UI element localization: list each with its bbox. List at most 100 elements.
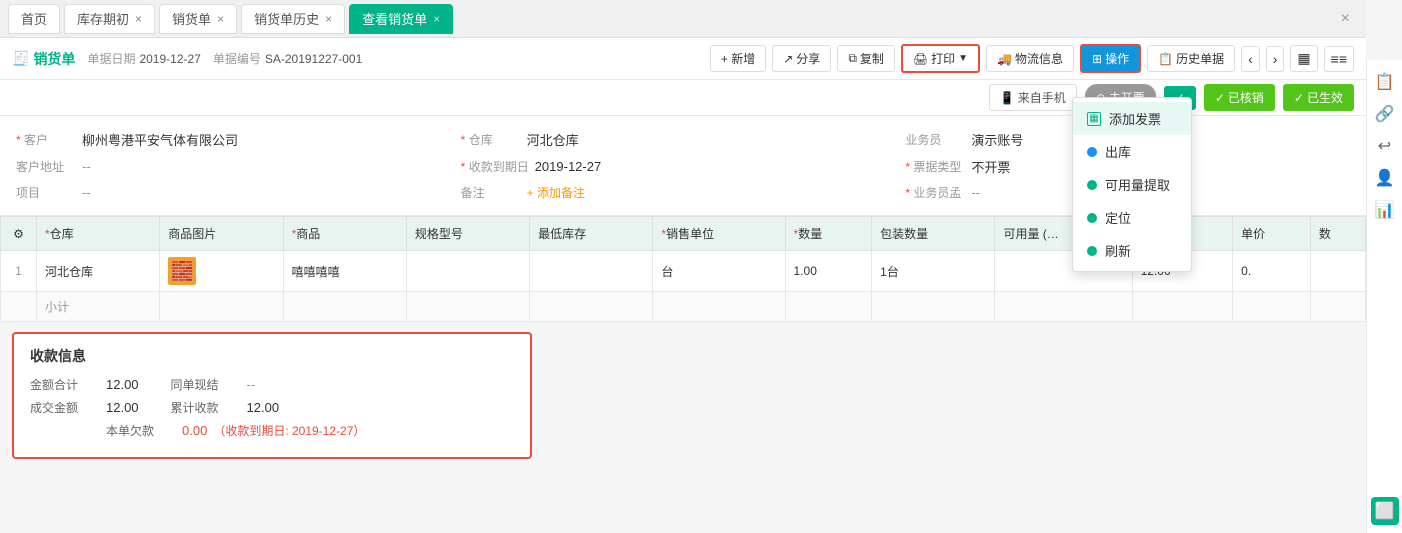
phone-icon: 📱 — [1000, 91, 1015, 105]
payment-date-label: 收款到期日 — [461, 158, 529, 175]
share-icon: ↗ — [783, 52, 793, 66]
row-min-stock — [530, 251, 653, 292]
col-quantity: *数量 — [785, 217, 872, 251]
nav-prev-button[interactable]: ‹ — [1241, 46, 1260, 72]
same-order-label: 同单现结 — [171, 376, 241, 393]
window-close-button[interactable]: × — [1333, 6, 1358, 32]
dropdown-locate[interactable]: 定位 — [1073, 201, 1191, 234]
row-product-img: 🧱 — [160, 251, 283, 292]
right-sidebar: 📋 🔗 ↩ 👤 📊 ⬜ — [1366, 60, 1402, 533]
history-button[interactable]: 📋 历史单据 — [1147, 45, 1235, 72]
sidebar-icon-expand[interactable]: ⬜ — [1371, 497, 1399, 525]
refresh-icon — [1087, 246, 1097, 256]
same-order-value: -- — [247, 377, 256, 392]
sidebar-icon-chart[interactable]: 📊 — [1371, 196, 1399, 224]
toolbar-actions: + 新增 ↗ 分享 ⧉ 复制 🖨 打印 ▼ 🚚 物流信息 ⊞ 操作 — [710, 44, 1354, 73]
tab-close-view-sales[interactable]: × — [433, 12, 440, 26]
remark-label: 备注 — [461, 184, 521, 201]
add-remark-button[interactable]: 添加备注 — [527, 184, 585, 201]
warehouse-group: 仓库 河北仓库 — [461, 130, 906, 149]
tab-close-sales[interactable]: × — [217, 12, 224, 26]
col-more: 数 — [1310, 217, 1365, 251]
share-button[interactable]: ↗ 分享 — [772, 45, 831, 72]
dropdown-available-qty[interactable]: 可用量提取 — [1073, 168, 1191, 201]
due-label: 本单欠款 — [106, 422, 176, 439]
col-min-stock: 最低库存 — [530, 217, 653, 251]
cancel-btn[interactable]: ✓ 已核销 — [1204, 84, 1275, 111]
row-spec — [406, 251, 529, 292]
copy-icon: ⧉ — [848, 51, 857, 66]
payment-row-2: 成交金额 12.00 累计收款 12.00 — [30, 399, 514, 416]
tab-sales-order[interactable]: 销货单 × — [159, 4, 237, 34]
doc-number-value: SA-20191227-001 — [265, 52, 362, 66]
tab-close-inventory[interactable]: × — [135, 12, 142, 26]
col-product: *商品 — [283, 217, 406, 251]
project-label: 项目 — [16, 184, 76, 201]
row-sales-unit: 台 — [653, 251, 785, 292]
tab-view-sales[interactable]: 查看销货单 × — [349, 4, 453, 34]
project-value: -- — [82, 185, 91, 200]
nav-next-button[interactable]: › — [1266, 46, 1285, 72]
payment-row-3: 本单欠款 0.00 （收款到期日: 2019-12-27） — [30, 422, 514, 439]
dropdown-refresh[interactable]: 刷新 — [1073, 234, 1191, 267]
row-quantity: 1.00 — [785, 251, 872, 292]
tab-bar: 首页 库存期初 × 销货单 × 销货单历史 × 查看销货单 × × — [0, 0, 1366, 38]
dropdown-outbound[interactable]: 出库 — [1073, 135, 1191, 168]
total-label: 金额合计 — [30, 376, 100, 393]
bill-type-value: 不开票 — [971, 157, 1010, 176]
total-item: 金额合计 12.00 — [30, 376, 139, 393]
total-value: 12.00 — [106, 377, 139, 392]
outbound-icon — [1087, 147, 1097, 157]
salesman-value: -- — [971, 185, 980, 200]
doc-icon: 🧾 — [12, 50, 29, 67]
cumulative-item: 累计收款 12.00 — [171, 399, 280, 416]
operate-icon: ⊞ — [1092, 52, 1102, 66]
col-unit-price: 单价 — [1233, 217, 1311, 251]
row-pack-qty: 1台 — [872, 251, 995, 292]
payment-date-group: 收款到期日 2019-12-27 — [461, 158, 906, 175]
customer-value: 柳州粤港平安气体有限公司 — [82, 130, 238, 149]
doc-date-field: 单据日期 2019-12-27 — [87, 50, 200, 67]
logistics-button[interactable]: 🚚 物流信息 — [986, 45, 1074, 72]
transaction-value: 12.00 — [106, 400, 139, 415]
tab-inventory-start[interactable]: 库存期初 × — [64, 4, 155, 34]
toolbar: 🧾 销货单 单据日期 2019-12-27 单据编号 SA-20191227-0… — [0, 38, 1366, 80]
col-gear: ⚙ — [1, 217, 37, 251]
col-product-img: 商品图片 — [160, 217, 283, 251]
grid-view-button[interactable]: ▦ — [1290, 45, 1317, 72]
warehouse-label: 仓库 — [461, 131, 521, 148]
customer-group: 客户 柳州粤港平安气体有限公司 — [16, 130, 461, 149]
staff-value: 演示账号 — [971, 130, 1023, 149]
operate-button[interactable]: ⊞ 操作 — [1080, 44, 1141, 73]
tab-close-history[interactable]: × — [325, 12, 332, 26]
tab-home[interactable]: 首页 — [8, 4, 60, 34]
col-warehouse: *仓库 — [37, 217, 160, 251]
address-value: -- — [82, 159, 91, 174]
print-button[interactable]: 🖨 打印 ▼ — [901, 44, 980, 73]
customer-label: 客户 — [16, 131, 76, 148]
bill-type-label: 票据类型 — [905, 158, 965, 175]
col-spec: 规格型号 — [406, 217, 529, 251]
print-dropdown-arrow: ▼ — [958, 53, 968, 64]
tab-sales-history[interactable]: 销货单历史 × — [241, 4, 345, 34]
cancel-icon: ✓ — [1215, 91, 1225, 105]
payment-title: 收款信息 — [30, 346, 514, 366]
col-pack-qty: 包装数量 — [872, 217, 995, 251]
copy-button[interactable]: ⧉ 复制 — [837, 45, 895, 72]
doc-number-field: 单据编号 SA-20191227-001 — [213, 50, 362, 67]
dropdown-add-invoice[interactable]: ▦ 添加发票 — [1073, 102, 1191, 135]
doc-date-value: 2019-12-27 — [139, 52, 200, 66]
print-icon: 🖨 — [913, 52, 928, 66]
from-phone-button[interactable]: 📱 来自手机 — [989, 84, 1077, 111]
doc-title: 🧾 销货单 — [12, 49, 75, 69]
payment-date-value: 2019-12-27 — [535, 159, 602, 174]
list-view-button[interactable]: ≡≡ — [1324, 46, 1354, 72]
sidebar-icon-link[interactable]: 🔗 — [1371, 100, 1399, 128]
sidebar-icon-user[interactable]: 👤 — [1371, 164, 1399, 192]
sidebar-icon-doc[interactable]: 📋 — [1371, 68, 1399, 96]
sidebar-icon-back[interactable]: ↩ — [1371, 132, 1399, 160]
add-button[interactable]: + 新增 — [710, 45, 766, 72]
doc-info: 🧾 销货单 单据日期 2019-12-27 单据编号 SA-20191227-0… — [12, 49, 702, 69]
effect-button[interactable]: ✓ 已生效 — [1283, 84, 1354, 111]
payment-row-1: 金额合计 12.00 同单现结 -- — [30, 376, 514, 393]
